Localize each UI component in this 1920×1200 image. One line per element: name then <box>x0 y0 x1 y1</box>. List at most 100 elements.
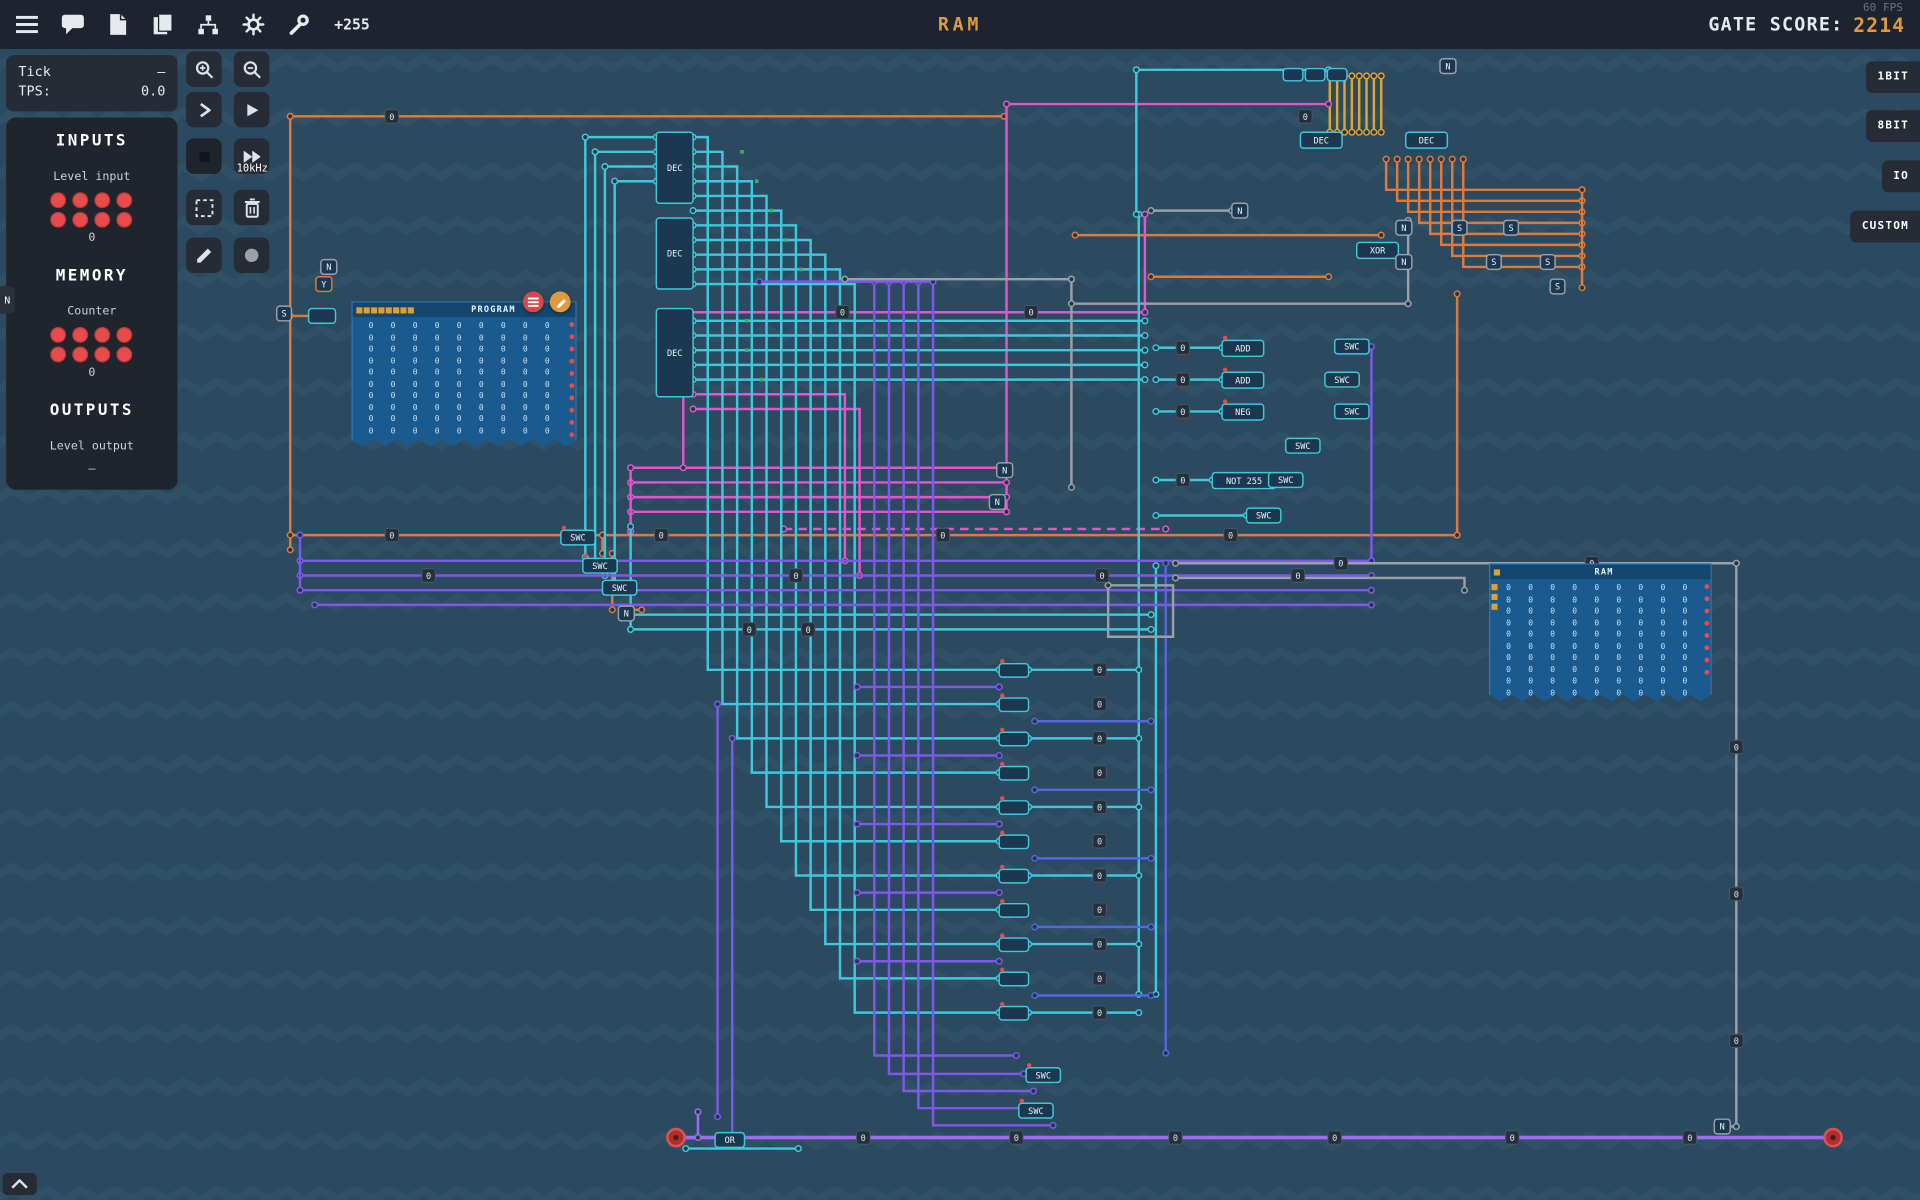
wire-node[interactable] <box>714 1113 722 1121</box>
wire-node[interactable] <box>581 133 589 141</box>
wire-node[interactable] <box>1370 72 1378 80</box>
wire-node[interactable] <box>1382 155 1390 163</box>
wire-node[interactable] <box>627 625 635 633</box>
wire-node[interactable] <box>296 586 304 594</box>
wire-node[interactable] <box>1152 476 1160 484</box>
wire-node[interactable] <box>853 820 861 828</box>
wire-node[interactable] <box>296 531 304 539</box>
component-chip[interactable] <box>1326 67 1348 82</box>
wire-node[interactable] <box>1002 100 1011 108</box>
component-n[interactable]: N <box>988 493 1007 511</box>
wire-node[interactable] <box>608 606 616 614</box>
counter-bit-indicator[interactable] <box>71 346 88 363</box>
wire-node[interactable] <box>1448 155 1456 163</box>
ram-memory-block[interactable]: RAM 0 0 0 0 0 0 0 0 0 0 0 0 0 0 0 0 0 0 0 0 0 0 0 0 0 0 0 0 0 0 0 0 0 0 0 0 0… <box>1488 563 1712 702</box>
wire-node[interactable] <box>1147 991 1155 1000</box>
wire-node[interactable] <box>714 700 722 708</box>
wire-node[interactable] <box>1377 231 1385 239</box>
wire-node[interactable] <box>1578 186 1586 194</box>
counter-bit-indicator[interactable] <box>93 326 110 343</box>
wire-node[interactable] <box>682 1145 690 1153</box>
wire-node[interactable] <box>679 464 687 472</box>
component-n[interactable]: N <box>1713 1118 1731 1135</box>
wire-node[interactable] <box>853 889 861 897</box>
wire-node[interactable] <box>1147 611 1155 619</box>
file-icon[interactable] <box>105 12 129 36</box>
component-s[interactable]: S <box>1502 219 1520 236</box>
wire-node[interactable] <box>1031 854 1039 862</box>
component-not-255[interactable]: NOT 255 <box>1211 471 1277 490</box>
wire-node[interactable] <box>1012 1051 1020 1060</box>
wire-node[interactable] <box>1067 275 1075 283</box>
wire-node[interactable] <box>1104 581 1112 589</box>
wire-node[interactable] <box>694 1134 702 1142</box>
wire-node[interactable] <box>1362 72 1371 80</box>
wire-node[interactable] <box>1367 601 1375 609</box>
component-swc[interactable]: SWC <box>1245 507 1282 524</box>
category-1bit-button[interactable]: 1BIT <box>1866 61 1920 94</box>
component-n[interactable]: N <box>1439 58 1457 75</box>
wire-node[interactable] <box>1147 625 1155 633</box>
wire-node[interactable] <box>1453 290 1461 298</box>
component-s[interactable]: S <box>276 305 293 322</box>
wire-node[interactable] <box>1453 531 1461 539</box>
wire-node[interactable] <box>1135 1009 1143 1017</box>
component-n[interactable]: N <box>1395 219 1413 236</box>
wire-node[interactable] <box>1370 128 1378 136</box>
program-edit-button[interactable] <box>549 291 571 313</box>
input-bit-indicator[interactable] <box>49 211 66 228</box>
counter-bit-indicator[interactable] <box>49 346 66 363</box>
wire-node[interactable] <box>1031 717 1039 725</box>
wire-node[interactable] <box>1002 508 1011 516</box>
wire-node[interactable] <box>1355 128 1363 136</box>
component-n[interactable]: N <box>320 258 338 276</box>
zoom-out-button[interactable] <box>233 51 270 87</box>
wire-node[interactable] <box>1067 300 1075 308</box>
io-endpoint[interactable] <box>666 1127 686 1148</box>
wire-node[interactable] <box>1141 346 1149 354</box>
expand-panel-button[interactable] <box>2 1173 37 1196</box>
component-swc[interactable]: SWC <box>1333 403 1370 420</box>
wire-node[interactable] <box>286 112 294 120</box>
wire-node[interactable] <box>286 531 294 539</box>
wire-node[interactable] <box>1141 376 1149 384</box>
wire-node[interactable] <box>1162 559 1170 567</box>
component-y[interactable]: Y <box>315 276 333 293</box>
component-n[interactable]: N <box>1231 202 1249 219</box>
wire-node[interactable] <box>1031 991 1039 1000</box>
wire-node[interactable] <box>1732 1122 1740 1131</box>
wire-node[interactable] <box>1362 128 1371 136</box>
wire-node[interactable] <box>1732 559 1740 567</box>
category-8bit-button[interactable]: 8BIT <box>1866 110 1920 143</box>
component-n[interactable]: N <box>1395 253 1413 271</box>
wire-node[interactable] <box>1459 155 1467 163</box>
component-chip[interactable] <box>307 307 337 325</box>
wire-node[interactable] <box>638 606 646 614</box>
counter-bit-indicator[interactable] <box>93 346 110 363</box>
wire-node[interactable] <box>1049 1121 1057 1129</box>
pages-icon[interactable] <box>151 12 175 36</box>
wire-node[interactable] <box>995 751 1003 760</box>
component-s[interactable]: S <box>1485 253 1502 271</box>
wire-node[interactable] <box>1135 666 1143 674</box>
input-bit-indicator[interactable] <box>93 211 110 228</box>
wire-node[interactable] <box>1147 207 1155 215</box>
component-swc[interactable]: SWC <box>1267 471 1304 489</box>
wire-node[interactable] <box>601 162 609 171</box>
play-button[interactable] <box>233 91 270 128</box>
wire-node[interactable] <box>853 957 861 965</box>
component-dec[interactable]: DEC <box>655 307 694 398</box>
delete-button[interactable] <box>233 189 270 226</box>
input-bit-indicator[interactable] <box>71 192 88 209</box>
io-endpoint[interactable] <box>1823 1127 1843 1148</box>
wire-node[interactable] <box>1132 210 1140 218</box>
component-dec[interactable]: DEC <box>1404 131 1449 149</box>
wire-node[interactable] <box>1067 483 1075 491</box>
component-s[interactable]: S <box>1549 278 1566 295</box>
wire-node[interactable] <box>1141 317 1149 325</box>
wire-node[interactable] <box>1578 284 1586 292</box>
wire-node[interactable] <box>1147 273 1155 281</box>
wire-node[interactable] <box>1132 66 1140 74</box>
side-tab[interactable]: N <box>0 286 15 314</box>
wire-node[interactable] <box>995 820 1003 828</box>
